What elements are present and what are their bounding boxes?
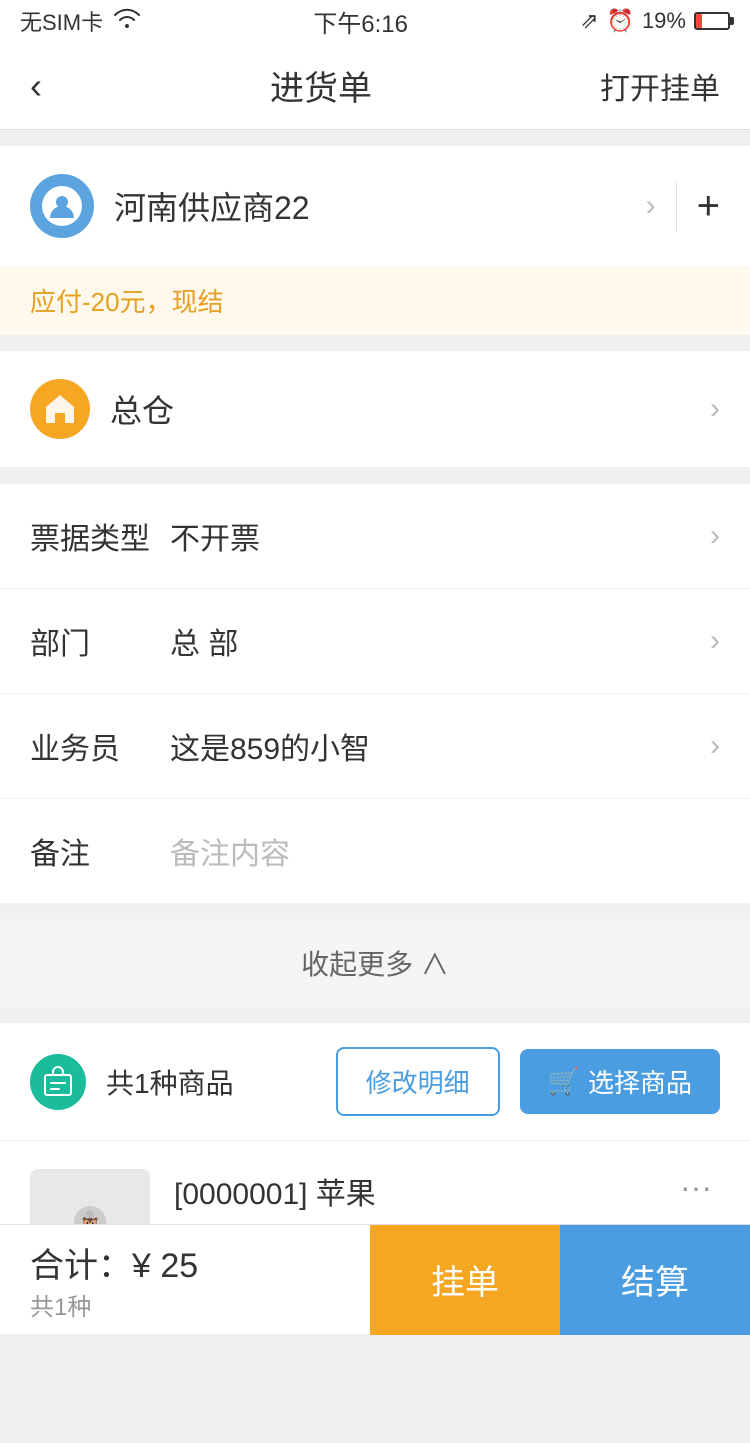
page-title: 进货单: [270, 61, 372, 110]
product-title: 苹果: [316, 1178, 376, 1211]
total-amount: 合计：¥ 25: [30, 1238, 340, 1287]
invoice-type-label: 票据类型: [30, 514, 170, 558]
battery-icon: [694, 12, 730, 30]
product-more-button[interactable]: ···: [672, 1169, 720, 1206]
status-time: 下午6:16: [313, 4, 408, 39]
supplier-section: 河南供应商22 › + 应付-20元，现结: [0, 146, 750, 335]
salesman-chevron-icon: ›: [710, 729, 720, 763]
invoice-chevron-icon: ›: [710, 519, 720, 553]
supplier-chevron-icon: ›: [646, 189, 656, 223]
hang-order-button[interactable]: 挂单: [370, 1225, 560, 1335]
supplier-divider: [676, 181, 677, 231]
warehouse-chevron-icon: ›: [710, 392, 720, 426]
checkout-button[interactable]: 结算: [560, 1225, 750, 1335]
products-count: 共1种商品: [106, 1062, 316, 1102]
back-button[interactable]: ‹: [30, 65, 42, 107]
alarm-icon: ⏰: [607, 8, 634, 34]
nav-bar: ‹ 进货单 打开挂单: [0, 42, 750, 130]
collapse-button[interactable]: 收起更多 ∧: [0, 919, 750, 1007]
payment-notice: 应付-20元，现结: [0, 266, 750, 335]
select-product-button[interactable]: 🛒 选择商品: [520, 1049, 720, 1114]
warehouse-row[interactable]: 总仓 ›: [0, 351, 750, 467]
status-left: 无SIM卡: [20, 5, 141, 37]
product-name: [0000001] 苹果: [174, 1169, 672, 1213]
status-right: ⇗ ⏰ 19%: [580, 8, 730, 34]
location-icon: ⇗: [580, 8, 598, 34]
avatar-icon: [42, 186, 82, 226]
select-product-label: 选择商品: [588, 1063, 692, 1100]
add-supplier-button[interactable]: +: [697, 184, 720, 229]
select-product-icon: 🛒: [548, 1066, 580, 1097]
total-sub: 共1种: [30, 1287, 340, 1322]
wifi-icon: [113, 8, 141, 34]
department-row[interactable]: 部门 总 部 ›: [0, 588, 750, 693]
salesman-label: 业务员: [30, 724, 170, 768]
form-section: 票据类型 不开票 › 部门 总 部 › 业务员 这是859的小智 › 备注 备注…: [0, 483, 750, 903]
signal-text: 无SIM卡: [20, 5, 103, 37]
remark-label: 备注: [30, 829, 170, 873]
department-chevron-icon: ›: [710, 624, 720, 658]
department-label: 部门: [30, 619, 170, 663]
supplier-avatar: [30, 174, 94, 238]
invoice-type-row[interactable]: 票据类型 不开票 ›: [0, 483, 750, 588]
open-pending-button[interactable]: 打开挂单: [600, 64, 720, 108]
bottom-bar: 合计：¥ 25 共1种 挂单 结算: [0, 1224, 750, 1334]
total-label: 合计：: [30, 1247, 132, 1285]
bottom-total: 合计：¥ 25 共1种: [0, 1238, 370, 1322]
warehouse-name: 总仓: [110, 386, 710, 432]
supplier-row[interactable]: 河南供应商22 › +: [0, 146, 750, 266]
department-value: 总 部: [170, 619, 710, 663]
invoice-type-value: 不开票: [170, 514, 710, 558]
warehouse-icon: [30, 379, 90, 439]
warehouse-section: 总仓 ›: [0, 351, 750, 467]
products-header: 共1种商品 修改明细 🛒 选择商品: [0, 1023, 750, 1140]
supplier-name: 河南供应商22: [114, 183, 646, 229]
product-code: [0000001]: [174, 1178, 316, 1211]
remark-input[interactable]: 备注内容: [170, 829, 720, 873]
battery-text: 19%: [642, 8, 686, 34]
edit-detail-button[interactable]: 修改明细: [336, 1047, 500, 1116]
products-icon: [30, 1054, 86, 1110]
remark-row[interactable]: 备注 备注内容: [0, 798, 750, 903]
salesman-row[interactable]: 业务员 这是859的小智 ›: [0, 693, 750, 798]
status-bar: 无SIM卡 下午6:16 ⇗ ⏰ 19%: [0, 0, 750, 42]
total-value: ¥ 25: [132, 1247, 198, 1285]
salesman-value: 这是859的小智: [170, 724, 710, 768]
